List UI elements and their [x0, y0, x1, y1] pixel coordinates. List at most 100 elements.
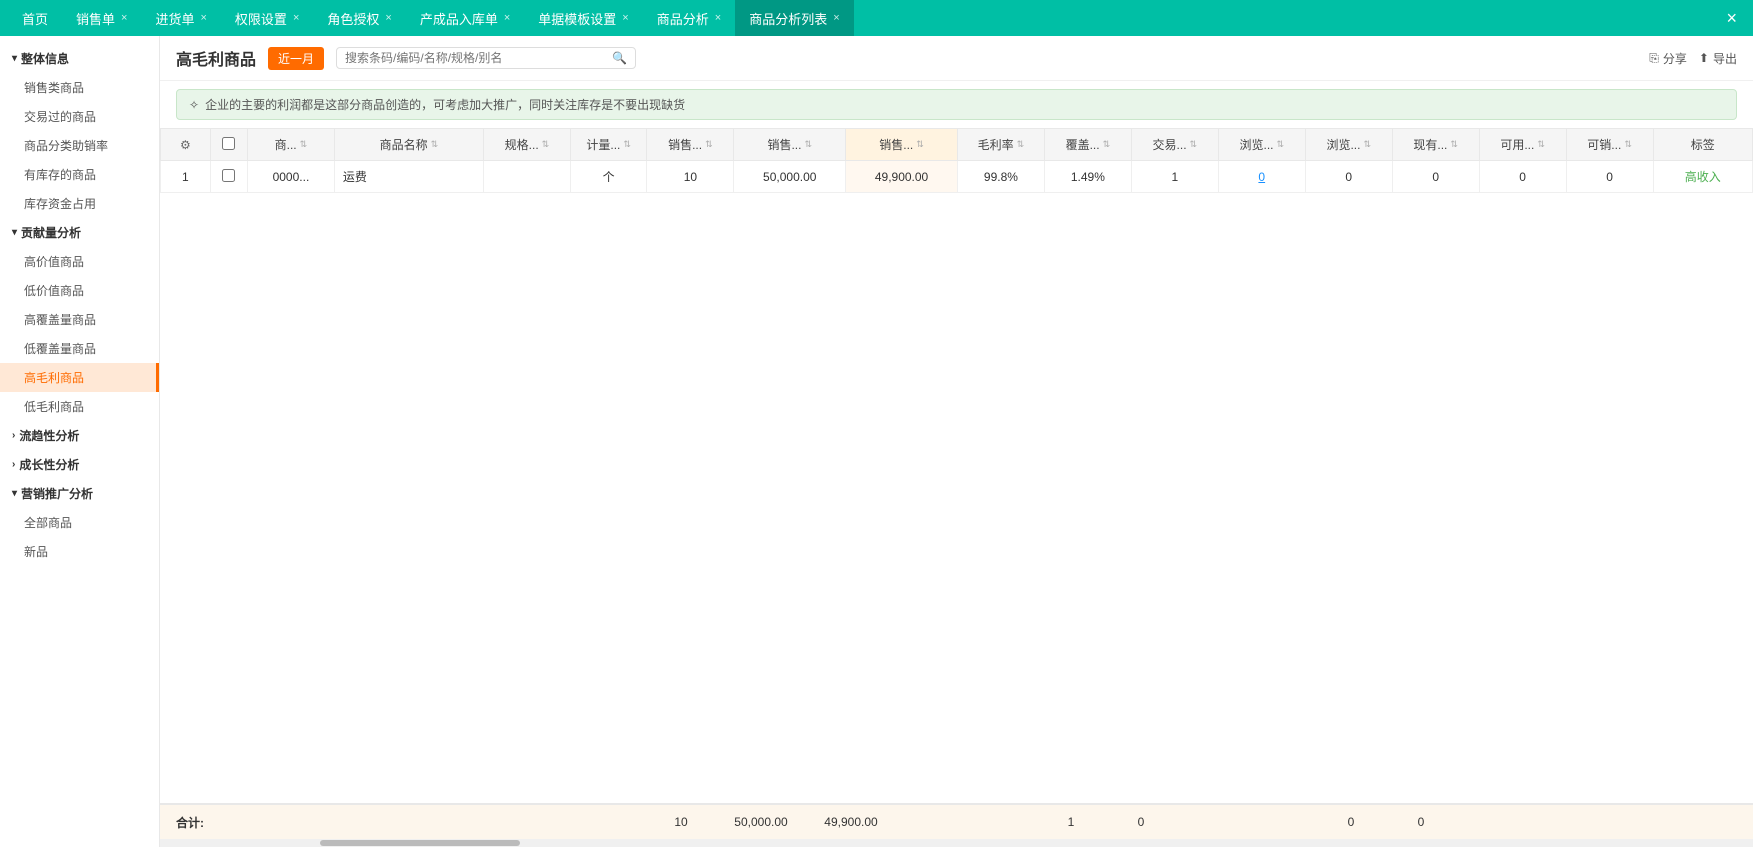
cell-spec: [483, 161, 570, 193]
col-header-browse2[interactable]: 浏览... ⇅: [1305, 129, 1392, 161]
bottom-scrollbar[interactable]: [160, 839, 1753, 847]
nav-home[interactable]: 首页: [8, 0, 62, 36]
cell-sales-profit: 49,900.00: [846, 161, 958, 193]
cell-available: 0: [1479, 161, 1566, 193]
sort-code-icon: ⇅: [300, 139, 308, 150]
nav-close-analysis[interactable]: ×: [715, 12, 721, 24]
row-checkbox[interactable]: [222, 169, 235, 182]
search-input[interactable]: [345, 51, 612, 65]
sidebar-item-category-rate[interactable]: 商品分类助销率: [0, 131, 159, 160]
select-all-checkbox[interactable]: [222, 137, 235, 150]
sidebar-group-marketing[interactable]: ▾ 营销推广分析: [0, 479, 159, 508]
cell-cover: 1.49%: [1044, 161, 1131, 193]
sort-stock-icon: ⇅: [1450, 139, 1458, 150]
sidebar-item-all-goods[interactable]: 全部商品: [0, 508, 159, 537]
col-header-unit-label: 计量...: [586, 136, 620, 153]
sort-browse2-icon: ⇅: [1363, 139, 1371, 150]
search-box: 🔍: [336, 47, 636, 69]
nav-purchase[interactable]: 进货单 ×: [141, 0, 220, 36]
cell-gross-rate: 99.8%: [957, 161, 1044, 193]
sidebar-item-low-value[interactable]: 低价值商品: [0, 276, 159, 305]
nav-close-sales[interactable]: ×: [121, 12, 127, 24]
col-header-sales-qty[interactable]: 销售... ⇅: [647, 129, 734, 161]
footer-sellable: 0: [1386, 815, 1456, 829]
nav-close-product[interactable]: ×: [504, 12, 510, 24]
col-header-name[interactable]: 商品名称 ⇅: [334, 129, 483, 161]
nav-close-roles[interactable]: ×: [385, 12, 391, 24]
export-button[interactable]: ⬆ 导出: [1699, 50, 1737, 67]
sort-unit-icon: ⇅: [623, 139, 631, 150]
sidebar-item-low-coverage[interactable]: 低覆盖量商品: [0, 334, 159, 363]
cell-unit: 个: [570, 161, 646, 193]
sort-sales-amt-icon: ⇅: [804, 139, 812, 150]
nav-template[interactable]: 单据模板设置 ×: [524, 0, 642, 36]
nav-close-template[interactable]: ×: [622, 12, 628, 24]
share-icon: ⎘: [1649, 51, 1659, 66]
col-header-settings[interactable]: ⚙: [161, 129, 211, 161]
sidebar-item-new-goods[interactable]: 新品: [0, 537, 159, 566]
sidebar-group-trend[interactable]: › 流趋性分析: [0, 421, 159, 450]
col-header-browse1[interactable]: 浏览... ⇅: [1218, 129, 1305, 161]
sidebar-item-high-value[interactable]: 高价值商品: [0, 247, 159, 276]
col-header-sales-amt-label: 销售...: [767, 136, 801, 153]
col-header-sales-profit[interactable]: 销售... ⇅: [846, 129, 958, 161]
info-icon: ✧: [189, 98, 199, 112]
arrow-growth: ›: [12, 459, 15, 470]
sidebar-item-stock-capital[interactable]: 库存资金占用: [0, 189, 159, 218]
info-banner: ✧ 企业的主要的利润都是这部分商品创造的，可考虑加大推广，同时关注库存是不要出现…: [176, 89, 1737, 120]
col-header-available[interactable]: 可用... ⇅: [1479, 129, 1566, 161]
top-nav: 首页 销售单 × 进货单 × 权限设置 × 角色授权 × 产成品入库单 × 单据…: [0, 0, 1753, 36]
settings-icon[interactable]: ⚙: [180, 138, 191, 152]
col-header-sales-amt[interactable]: 销售... ⇅: [734, 129, 846, 161]
col-header-check[interactable]: [210, 129, 247, 161]
sort-browse1-icon: ⇅: [1277, 139, 1285, 150]
sidebar-group-overview[interactable]: ▾ 整体信息: [0, 44, 159, 73]
cell-check[interactable]: [210, 161, 247, 193]
sidebar-item-traded-goods[interactable]: 交易过的商品: [0, 102, 159, 131]
search-icon[interactable]: 🔍: [612, 51, 627, 65]
data-table-wrapper: ⚙ 商... ⇅ 商品名称: [160, 128, 1753, 803]
content-area: 高毛利商品 近一月 🔍 ⎘ 分享 ⬆ 导出 ✧ 企业的主要的利润都是这部分商品创…: [160, 36, 1753, 847]
col-header-gross-rate[interactable]: 毛利率 ⇅: [957, 129, 1044, 161]
cell-trans: 1: [1131, 161, 1218, 193]
col-header-sellable-label: 可销...: [1587, 136, 1621, 153]
content-header: 高毛利商品 近一月 🔍 ⎘ 分享 ⬆ 导出: [160, 36, 1753, 81]
sidebar-group-growth[interactable]: › 成长性分析: [0, 450, 159, 479]
sidebar-item-low-margin[interactable]: 低毛利商品: [0, 392, 159, 421]
nav-close-analysis-list[interactable]: ×: [833, 12, 839, 24]
col-header-code[interactable]: 商... ⇅: [247, 129, 334, 161]
col-header-cover[interactable]: 覆盖... ⇅: [1044, 129, 1131, 161]
sort-spec-icon: ⇅: [542, 139, 550, 150]
nav-permissions[interactable]: 权限设置 ×: [221, 0, 313, 36]
nav-close-permissions[interactable]: ×: [293, 12, 299, 24]
col-header-gross-rate-label: 毛利率: [978, 136, 1014, 153]
footer-available: 0: [1316, 815, 1386, 829]
col-header-browse1-label: 浏览...: [1239, 136, 1273, 153]
cell-browse1[interactable]: 0: [1218, 161, 1305, 193]
col-header-stock[interactable]: 现有... ⇅: [1392, 129, 1479, 161]
sidebar-item-high-margin[interactable]: 高毛利商品: [0, 363, 159, 392]
sort-name-icon: ⇅: [431, 139, 439, 150]
col-header-spec[interactable]: 规格... ⇅: [483, 129, 570, 161]
nav-close-purchase[interactable]: ×: [200, 12, 206, 24]
nav-sales-order[interactable]: 销售单 ×: [62, 0, 141, 36]
nav-roles[interactable]: 角色授权 ×: [313, 0, 405, 36]
col-header-cover-label: 覆盖...: [1066, 136, 1100, 153]
sidebar-item-stocked-goods[interactable]: 有库存的商品: [0, 160, 159, 189]
sidebar: ▾ 整体信息 销售类商品 交易过的商品 商品分类助销率 有库存的商品 库存资金占…: [0, 36, 160, 847]
sidebar-item-sales-goods[interactable]: 销售类商品: [0, 73, 159, 102]
nav-product-analysis[interactable]: 商品分析 ×: [643, 0, 735, 36]
col-header-tag[interactable]: 标签: [1653, 129, 1752, 161]
nav-product-instock[interactable]: 产成品入库单 ×: [406, 0, 524, 36]
nav-product-analysis-list[interactable]: 商品分析列表 ×: [735, 0, 853, 36]
sidebar-group-contribution[interactable]: ▾ 贡献量分析: [0, 218, 159, 247]
col-header-unit[interactable]: 计量... ⇅: [570, 129, 646, 161]
date-filter-button[interactable]: 近一月: [268, 47, 324, 70]
col-header-sellable[interactable]: 可销... ⇅: [1566, 129, 1653, 161]
col-header-trans[interactable]: 交易... ⇅: [1131, 129, 1218, 161]
share-button[interactable]: ⎘ 分享: [1649, 50, 1687, 67]
col-header-name-label: 商品名称: [380, 136, 428, 153]
sidebar-item-high-coverage[interactable]: 高覆盖量商品: [0, 305, 159, 334]
nav-close-all[interactable]: ×: [1718, 8, 1745, 29]
footer-bar: 合计: 10 50,000.00 49,900.00 1 0 0 0: [160, 803, 1753, 839]
